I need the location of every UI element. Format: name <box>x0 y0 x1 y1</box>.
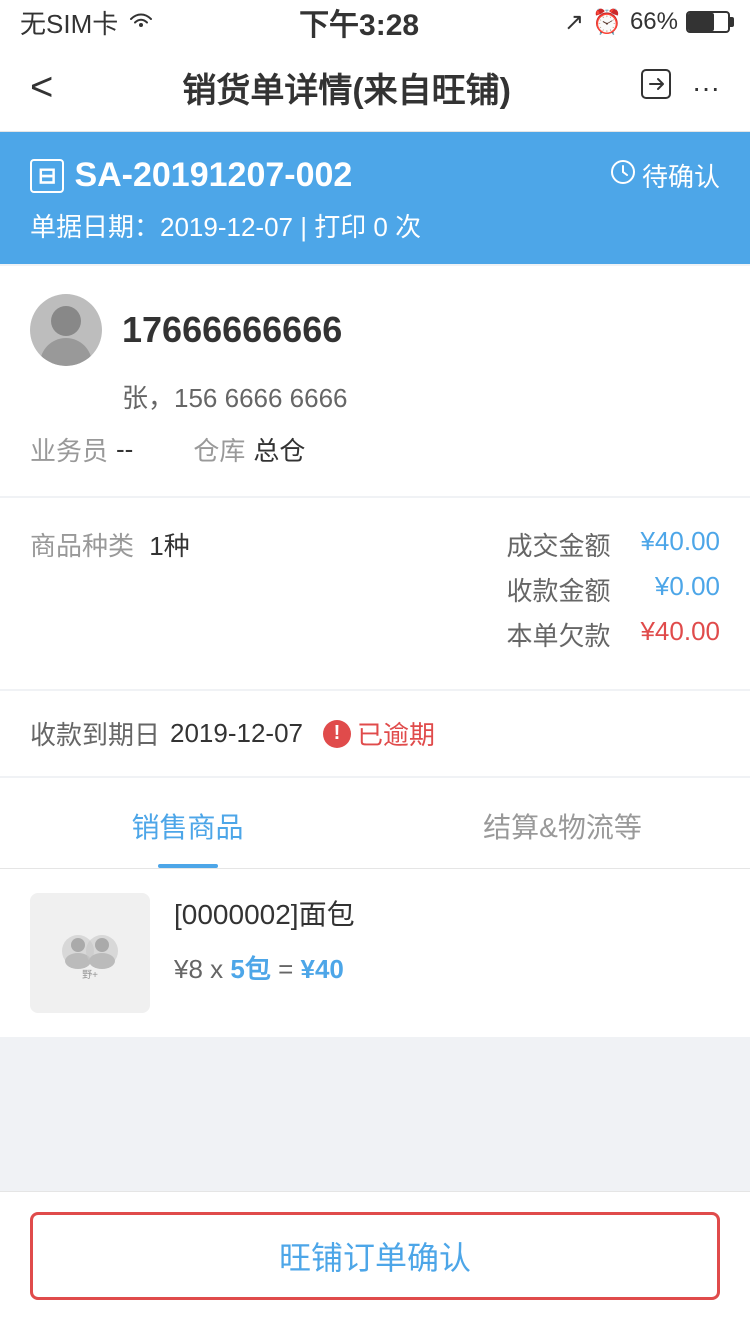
status-bar: 无SIM卡 下午3:28 ↗ ⏰ 66% <box>0 0 750 44</box>
product-total: ¥40 <box>301 954 344 984</box>
bottom-bar: 旺铺订单确认 <box>0 1191 750 1334</box>
warehouse-value: 总仓 <box>253 431 305 468</box>
order-date: 单据日期：2019-12-07 | 打印 0 次 <box>30 207 720 244</box>
alarm-icon: ⏰ <box>592 8 622 37</box>
tab-settlement-logistics[interactable]: 结算&物流等 <box>375 778 750 868</box>
due-date-value: 2019-12-07 <box>170 718 303 749</box>
status-time: 下午3:28 <box>299 0 419 44</box>
order-id-text: SA-20191207-002 <box>74 156 352 195</box>
product-item: 野+ [0000002]面包 ¥8 x 5包 = ¥40 <box>0 869 750 1037</box>
warehouse-item: 仓库 总仓 <box>193 431 305 468</box>
price-per: ¥8 <box>174 954 203 984</box>
nav-bar: < 销货单详情(来自旺铺) ··· <box>0 44 750 132</box>
received-amount-row: 收款金额 ¥0.00 <box>506 571 720 608</box>
customer-name: 张，156 6666 6666 <box>30 378 720 415</box>
header-card: ⊟ SA-20191207-002 待确认 单据日期：2019-12-07 | … <box>0 132 750 264</box>
confirm-order-button[interactable]: 旺铺订单确认 <box>30 1212 720 1300</box>
warning-icon: ! <box>323 720 351 748</box>
salesperson-item: 业务员 -- <box>30 431 133 468</box>
summary-right: 成交金额 ¥40.00 收款金额 ¥0.00 本单欠款 ¥40.00 <box>506 526 720 661</box>
balance-value: ¥40.00 <box>640 616 720 653</box>
status-text: 待确认 <box>642 157 720 194</box>
more-button[interactable]: ··· <box>692 72 720 104</box>
tabs-section: 销售商品 结算&物流等 野+ [0000002]面包 ¥8 x 5包 <box>0 778 750 1037</box>
transaction-amount-row: 成交金额 ¥40.00 <box>506 526 720 563</box>
product-name: [0000002]面包 <box>174 893 720 933</box>
clock-icon <box>610 159 636 192</box>
transaction-amount-label: 成交金额 <box>506 526 610 563</box>
product-type-label: 商品种类 <box>30 531 134 561</box>
nav-left: < <box>30 65 53 110</box>
share-button[interactable] <box>640 68 672 107</box>
header-top: ⊟ SA-20191207-002 待确认 <box>30 156 720 195</box>
received-amount-label: 收款金额 <box>506 571 610 608</box>
back-button[interactable]: < <box>30 65 53 110</box>
overdue-badge: ! 已逾期 <box>323 715 435 752</box>
svg-text:野+: 野+ <box>82 969 98 981</box>
overdue-text: 已逾期 <box>357 715 435 752</box>
order-id: ⊟ SA-20191207-002 <box>30 156 352 195</box>
warehouse-label: 仓库 <box>193 431 245 468</box>
due-section: 收款到期日 2019-12-07 ! 已逾期 <box>0 691 750 776</box>
tabs-header: 销售商品 结算&物流等 <box>0 778 750 869</box>
transaction-amount-value: ¥40.00 <box>640 526 720 563</box>
summary-section: 商品种类 1种 成交金额 ¥40.00 收款金额 ¥0.00 本单欠款 ¥40.… <box>0 498 750 689</box>
product-type-item: 商品种类 1种 <box>30 526 190 563</box>
customer-phone: 17666666666 <box>122 309 342 351</box>
customer-top: 17666666666 <box>30 294 720 366</box>
price-multiply: x <box>210 954 230 984</box>
status-right: ↗ ⏰ 66% <box>564 8 730 37</box>
received-amount-value: ¥0.00 <box>655 571 720 608</box>
product-thumbnail: 野+ <box>30 893 150 1013</box>
order-icon: ⊟ <box>30 159 64 193</box>
product-quantity: 5包 <box>230 954 270 984</box>
avatar <box>30 294 102 366</box>
customer-meta: 业务员 -- 仓库 总仓 <box>30 431 720 468</box>
summary-left: 商品种类 1种 <box>30 526 190 563</box>
balance-label: 本单欠款 <box>506 616 610 653</box>
battery-text: 66% <box>630 8 678 36</box>
due-date-label: 收款到期日 <box>30 715 160 752</box>
customer-section: 17666666666 张，156 6666 6666 业务员 -- 仓库 总仓 <box>0 266 750 496</box>
carrier-text: 无SIM卡 <box>20 4 118 41</box>
order-status-badge: 待确认 <box>610 157 720 194</box>
nav-right: ··· <box>640 68 720 107</box>
status-left: 无SIM卡 <box>20 4 154 41</box>
salesperson-label: 业务员 <box>30 431 108 468</box>
product-info: [0000002]面包 ¥8 x 5包 = ¥40 <box>174 893 720 986</box>
location-icon: ↗ <box>564 8 584 37</box>
product-price: ¥8 x 5包 = ¥40 <box>174 949 720 986</box>
salesperson-value: -- <box>116 434 133 465</box>
price-equals: = <box>278 954 300 984</box>
balance-row: 本单欠款 ¥40.00 <box>506 616 720 653</box>
product-type-value: 1种 <box>149 531 189 561</box>
page-title: 销货单详情(来自旺铺) <box>182 63 511 112</box>
battery-icon <box>686 11 730 33</box>
wifi-icon <box>128 7 154 38</box>
tab-sales-products[interactable]: 销售商品 <box>0 778 375 868</box>
